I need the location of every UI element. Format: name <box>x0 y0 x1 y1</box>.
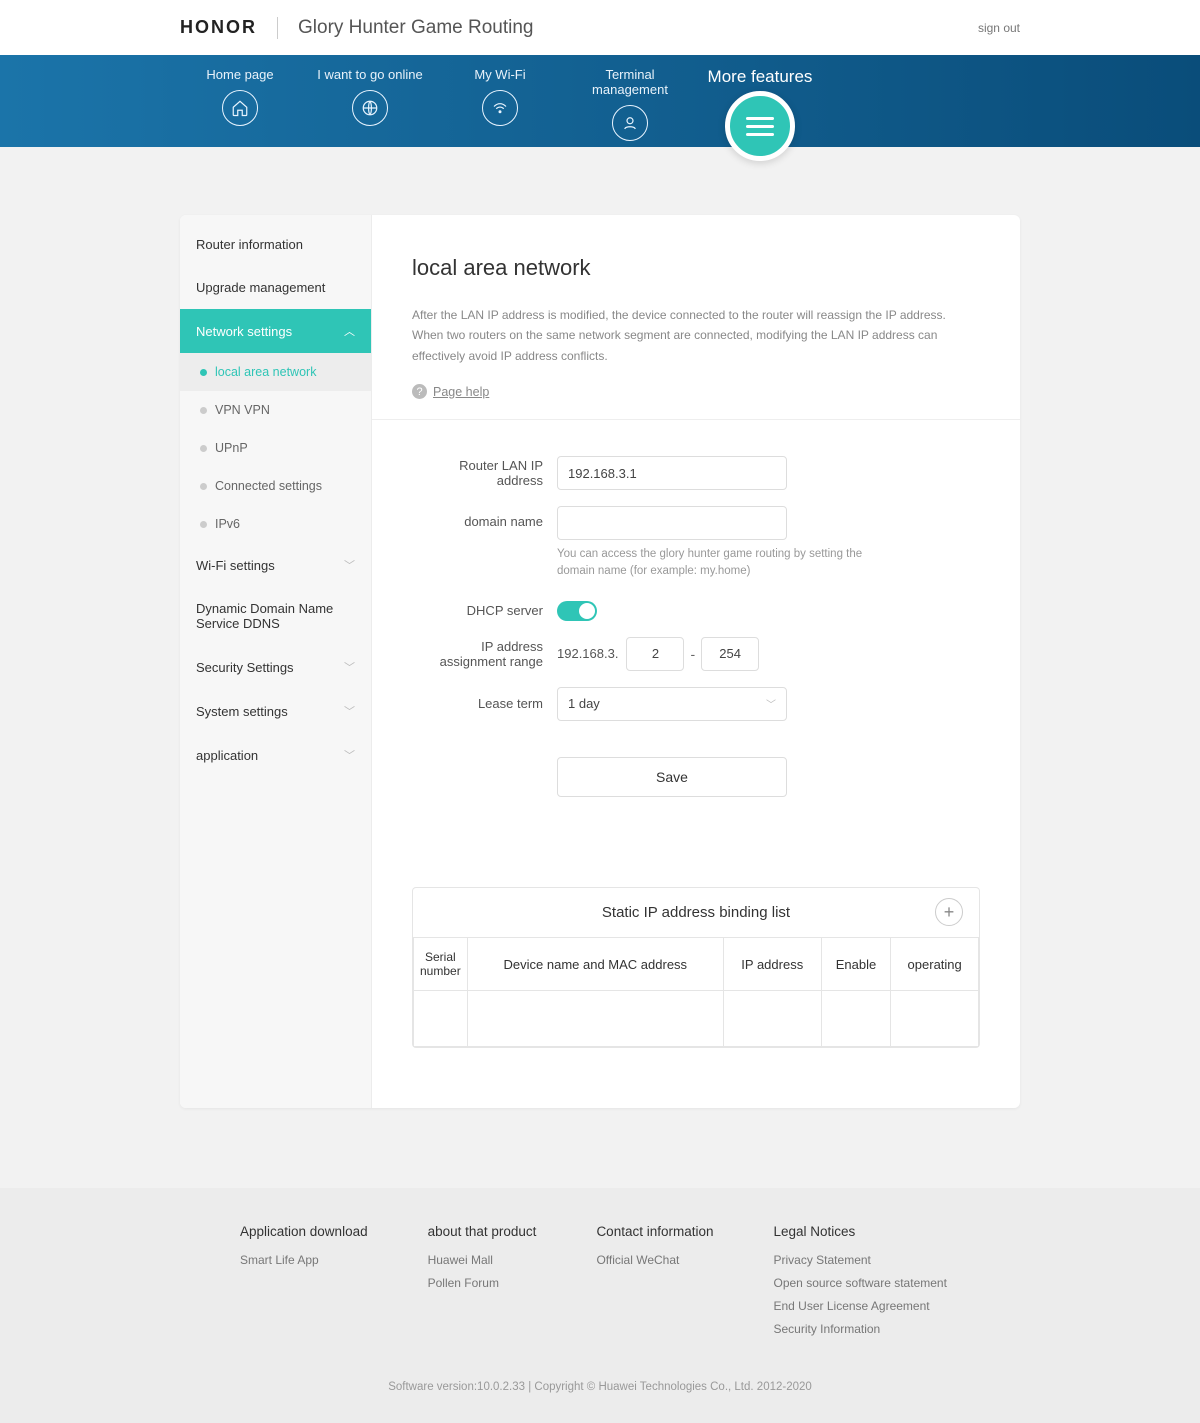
lan-ip-input[interactable] <box>557 456 787 490</box>
footer-col-title: about that product <box>428 1224 537 1239</box>
chevron-up-icon: ︿ <box>344 323 355 339</box>
footer-column: about that product Huawei MallPollen Foru… <box>428 1224 537 1340</box>
sidebar-network-label: Network settings <box>196 324 292 339</box>
sidebar-sub-upnp[interactable]: UPnP <box>180 429 371 467</box>
lease-value: 1 day <box>568 696 600 711</box>
label-dhcp: DHCP server <box>412 603 557 618</box>
footer-link[interactable]: Pollen Forum <box>428 1272 537 1295</box>
page-help-link[interactable]: ? Page help <box>412 384 980 399</box>
home-icon <box>222 90 258 126</box>
domain-hint: You can access the glory hunter game rou… <box>557 546 877 581</box>
label-lease: Lease term <box>412 696 557 711</box>
label-domain: domain name <box>412 506 557 529</box>
footer-link[interactable]: Huawei Mall <box>428 1249 537 1272</box>
footer-column: Application download Smart Life App <box>240 1224 368 1340</box>
col-ip: IP address <box>723 937 821 991</box>
binding-list: Static IP address binding list + Serial … <box>412 887 980 1049</box>
nav-more-label: More features <box>700 67 820 87</box>
page-title: local area network <box>412 255 980 281</box>
range-end-input[interactable] <box>701 637 759 671</box>
chevron-down-icon: ﹀ <box>344 703 355 719</box>
page-help-label: Page help <box>433 385 489 399</box>
col-enable: Enable <box>821 937 891 991</box>
footer-link[interactable]: Smart Life App <box>240 1249 368 1272</box>
chevron-down-icon: ﹀ <box>344 557 355 573</box>
label-lan-ip: Router LAN IP address <box>412 458 557 488</box>
binding-title: Static IP address binding list <box>602 904 790 921</box>
sidebar-wifi[interactable]: Wi-Fi settings﹀ <box>180 543 371 587</box>
footer-column: Legal Notices Privacy StatementOpen sourc… <box>774 1224 947 1340</box>
wifi-icon <box>482 90 518 126</box>
nav-wifi-label: My Wi-Fi <box>440 67 560 82</box>
col-operating: operating <box>891 937 979 991</box>
footer-link[interactable]: End User License Agreement <box>774 1295 947 1318</box>
brand-logo: HONOR <box>180 17 257 38</box>
software-version: Software version:10.0.2.33 | Copyright ©… <box>0 1381 1200 1393</box>
divider <box>277 17 278 39</box>
chevron-down-icon: ﹀ <box>344 747 355 763</box>
sidebar-network-settings[interactable]: Network settings ︿ <box>180 309 371 353</box>
save-button[interactable]: Save <box>557 757 787 797</box>
nav-terminal-label: Terminal management <box>570 67 690 97</box>
sidebar-sub-connected[interactable]: Connected settings <box>180 467 371 505</box>
range-start-input[interactable] <box>626 637 684 671</box>
domain-input[interactable] <box>557 506 787 540</box>
globe-icon <box>352 90 388 126</box>
footer-col-title: Contact information <box>596 1224 713 1239</box>
table-row <box>414 991 979 1047</box>
footer-column: Contact information Official WeChat <box>596 1224 713 1340</box>
sidebar-sub-vpn[interactable]: VPN VPN <box>180 391 371 429</box>
footer-link[interactable]: Privacy Statement <box>774 1249 947 1272</box>
product-title: Glory Hunter Game Routing <box>298 17 534 39</box>
chevron-down-icon: ﹀ <box>344 659 355 675</box>
range-dash: - <box>690 646 695 662</box>
footer-col-title: Application download <box>240 1224 368 1239</box>
main-content: local area network After the LAN IP addr… <box>372 215 1020 1108</box>
nav-home[interactable]: Home page <box>180 67 300 126</box>
sidebar: Router information Upgrade management Ne… <box>180 215 372 1108</box>
nav-more[interactable]: More features <box>700 67 820 157</box>
sidebar-security[interactable]: Security Settings﹀ <box>180 645 371 689</box>
nav-home-label: Home page <box>180 67 300 82</box>
lease-select[interactable]: 1 day ﹀ <box>557 687 787 721</box>
nav-online[interactable]: I want to go online <box>310 67 430 126</box>
page-description: After the LAN IP address is modified, th… <box>412 305 980 366</box>
dhcp-toggle[interactable] <box>557 601 597 621</box>
hamburger-icon[interactable] <box>725 91 795 161</box>
footer-col-title: Legal Notices <box>774 1224 947 1239</box>
sidebar-upgrade[interactable]: Upgrade management <box>180 266 371 309</box>
sidebar-router-info[interactable]: Router information <box>180 223 371 266</box>
help-icon: ? <box>412 384 427 399</box>
col-device: Device name and MAC address <box>467 937 723 991</box>
nav-terminal[interactable]: Terminal management <box>570 67 690 141</box>
range-prefix: 192.168.3. <box>557 646 618 661</box>
label-range: IP address assignment range <box>412 639 557 669</box>
sidebar-sub-ipv6[interactable]: IPv6 <box>180 505 371 543</box>
footer-link[interactable]: Official WeChat <box>596 1249 713 1272</box>
sidebar-system[interactable]: System settings﹀ <box>180 689 371 733</box>
nav-wifi[interactable]: My Wi-Fi <box>440 67 560 126</box>
add-binding-button[interactable]: + <box>935 898 963 926</box>
footer-link[interactable]: Open source software statement <box>774 1272 947 1295</box>
nav-online-label: I want to go online <box>310 67 430 82</box>
user-icon <box>612 105 648 141</box>
sidebar-ddns[interactable]: Dynamic Domain Name Service DDNS <box>180 587 371 645</box>
sidebar-application[interactable]: application﹀ <box>180 733 371 777</box>
col-serial: Serial number <box>414 937 468 991</box>
sign-out-link[interactable]: sign out <box>978 21 1020 35</box>
sidebar-sub-lan[interactable]: local area network <box>180 353 371 391</box>
chevron-down-icon: ﹀ <box>766 696 776 711</box>
footer-link[interactable]: Security Information <box>774 1318 947 1341</box>
